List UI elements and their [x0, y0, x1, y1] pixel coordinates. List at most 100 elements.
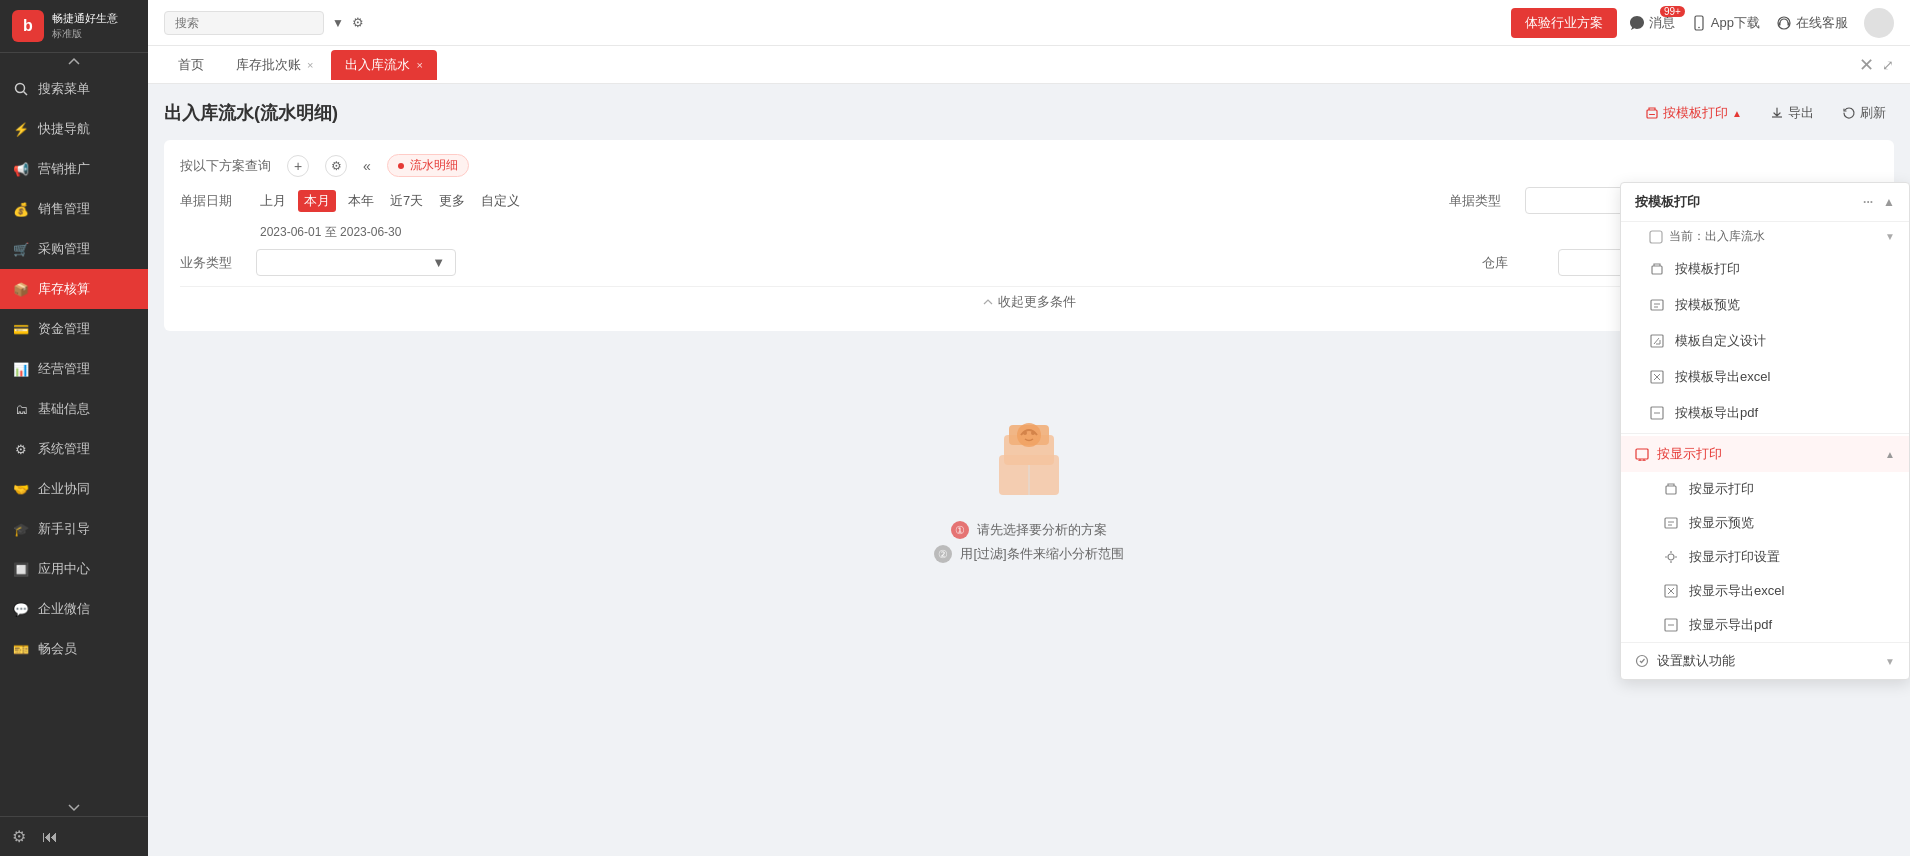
dropdown-display-preview-icon: [1663, 515, 1679, 531]
filter-setting-btn[interactable]: ⚙: [325, 155, 347, 177]
tab-batch-account-close[interactable]: ×: [307, 59, 313, 71]
message-icon: [1629, 15, 1645, 31]
sidebar-item-member[interactable]: 🎫 畅会员: [0, 629, 148, 669]
member-icon: 🎫: [12, 640, 30, 658]
sidebar-scroll-up[interactable]: [0, 53, 148, 69]
dropdown-display-preview[interactable]: 按显示预览: [1621, 506, 1909, 540]
dropdown-display-pdf[interactable]: 按显示导出pdf: [1621, 608, 1909, 642]
dropdown-display-excel[interactable]: 按显示导出excel: [1621, 574, 1909, 608]
biz-type-select[interactable]: ▼: [256, 249, 456, 276]
dropdown-display-print-settings[interactable]: 按显示打印设置: [1621, 540, 1909, 574]
sidebar-item-collab[interactable]: 🤝 企业协同: [0, 469, 148, 509]
template-excel-item-label: 按模板导出excel: [1675, 368, 1770, 386]
export-label: 导出: [1788, 104, 1814, 122]
warehouse-label: 仓库: [1482, 254, 1542, 272]
message-item[interactable]: 消息 99+: [1629, 14, 1675, 32]
filter-tag-label: 流水明细: [410, 157, 458, 174]
dropdown-template-excel[interactable]: 按模板导出excel: [1621, 359, 1909, 395]
sidebar-item-purchase[interactable]: 🛒 采购管理: [0, 229, 148, 269]
sidebar-item-inventory[interactable]: 📦 库存核算: [0, 269, 148, 309]
sales-icon: 💰: [12, 200, 30, 218]
date-custom[interactable]: 自定义: [477, 190, 524, 212]
weixin-icon: 💬: [12, 600, 30, 618]
sidebar-item-sales[interactable]: 💰 销售管理: [0, 189, 148, 229]
finance-icon: 💳: [12, 320, 30, 338]
date-last-7[interactable]: 近7天: [386, 190, 427, 212]
dropdown-template-print[interactable]: 按模板打印: [1621, 251, 1909, 287]
tab-batch-account[interactable]: 库存批次账 ×: [222, 50, 327, 80]
display-group-label: 按显示打印: [1657, 445, 1722, 463]
collapse-icon[interactable]: ⏮: [42, 828, 58, 846]
refresh-label: 刷新: [1860, 104, 1886, 122]
dropdown-footer[interactable]: 设置默认功能 ▼: [1621, 642, 1909, 679]
sidebar-item-basic[interactable]: 🗂 基础信息: [0, 389, 148, 429]
tab-home[interactable]: 首页: [164, 50, 218, 80]
app-download-item[interactable]: App下载: [1691, 14, 1760, 32]
filter-collapse-btn[interactable]: «: [363, 158, 371, 174]
display-excel-label: 按显示导出excel: [1689, 582, 1784, 600]
display-print-label: 按显示打印: [1689, 480, 1754, 498]
tab-close-all[interactable]: ✕: [1859, 54, 1874, 76]
filter-tag-dot: [398, 163, 404, 169]
footer-chevron: ▼: [1885, 656, 1895, 667]
template-custom-item-label: 模板自定义设计: [1675, 332, 1766, 350]
sidebar-item-app-center[interactable]: 🔲 应用中心: [0, 549, 148, 589]
search-input[interactable]: [164, 11, 324, 35]
tab-inventory-flow-close[interactable]: ×: [416, 59, 422, 71]
date-last-month[interactable]: 上月: [256, 190, 290, 212]
sidebar-item-label: 基础信息: [38, 400, 90, 418]
user-avatar[interactable]: [1864, 8, 1894, 38]
tabs-bar-right: ✕ ⤢: [1859, 54, 1894, 76]
sidebar-scroll-down[interactable]: [0, 800, 148, 816]
trial-btn[interactable]: 体验行业方案: [1511, 8, 1617, 38]
search-dropdown-icon[interactable]: ▼: [332, 16, 344, 30]
date-shortcuts: 上月 本月 本年 近7天 更多 自定义: [256, 190, 524, 212]
marketing-icon: 📢: [12, 160, 30, 178]
sidebar-item-weixin[interactable]: 💬 企业微信: [0, 589, 148, 629]
dropdown-excel-icon: [1649, 369, 1665, 385]
sidebar-item-label: 资金管理: [38, 320, 90, 338]
sidebar-item-marketing[interactable]: 📢 营销推广: [0, 149, 148, 189]
sidebar-item-operations[interactable]: 📊 经营管理: [0, 349, 148, 389]
online-service-item[interactable]: 在线客服: [1776, 14, 1848, 32]
dropdown-display-print[interactable]: 按显示打印: [1621, 472, 1909, 506]
dropdown-display-group-header[interactable]: 按显示打印 ▲: [1621, 436, 1909, 472]
sidebar-item-finance[interactable]: 💳 资金管理: [0, 309, 148, 349]
dropdown-template-pdf[interactable]: 按模板导出pdf: [1621, 395, 1909, 431]
dropdown-more-icon[interactable]: ···: [1863, 195, 1873, 209]
dropdown-template-custom[interactable]: 模板自定义设计: [1621, 323, 1909, 359]
refresh-btn[interactable]: 刷新: [1834, 100, 1894, 126]
sidebar-item-quick-nav[interactable]: ⚡ 快捷导航: [0, 109, 148, 149]
step-1-num: ①: [951, 521, 969, 539]
tab-inventory-flow[interactable]: 出入库流水 ×: [331, 50, 436, 80]
sidebar-item-guide[interactable]: 🎓 新手引导: [0, 509, 148, 549]
template-print-item-label: 按模板打印: [1675, 260, 1740, 278]
dropdown-template-preview[interactable]: 按模板预览: [1621, 287, 1909, 323]
dropdown-chevron-up[interactable]: ▲: [1883, 195, 1895, 209]
doc-type-label: 单据类型: [1449, 192, 1509, 210]
page-content: 出入库流水(流水明细) 按模板打印 ▲ 导出 刷新 按以: [148, 84, 1910, 856]
step-2-num: ②: [934, 545, 952, 563]
topbar-gear-icon[interactable]: ⚙: [352, 15, 364, 30]
sidebar-search[interactable]: 搜索菜单: [0, 69, 148, 109]
sidebar-item-label: 营销推广: [38, 160, 90, 178]
export-btn[interactable]: 导出: [1762, 100, 1822, 126]
step-2-text: 用[过滤]条件来缩小分析范围: [960, 545, 1123, 563]
sidebar-item-label: 应用中心: [38, 560, 90, 578]
date-more[interactable]: 更多: [435, 190, 469, 212]
set-default-icon: [1635, 654, 1649, 668]
display-settings-label: 按显示打印设置: [1689, 548, 1780, 566]
tab-expand[interactable]: ⤢: [1882, 57, 1894, 73]
date-this-year[interactable]: 本年: [344, 190, 378, 212]
template-print-label: 按模板打印: [1663, 104, 1728, 122]
date-this-month[interactable]: 本月: [298, 190, 336, 212]
sidebar-item-system[interactable]: ⚙ 系统管理: [0, 429, 148, 469]
settings-icon[interactable]: ⚙: [12, 827, 26, 846]
template-preview-item-label: 按模板预览: [1675, 296, 1740, 314]
app-name: 畅捷通好生意 标准版: [52, 11, 118, 40]
dropdown-current-label: 当前：出入库流水 ▼: [1621, 222, 1909, 251]
empty-illustration: [979, 405, 1079, 505]
filter-add-btn[interactable]: +: [287, 155, 309, 177]
filter-tag: 流水明细: [387, 154, 469, 177]
template-print-btn[interactable]: 按模板打印 ▲: [1637, 100, 1750, 126]
